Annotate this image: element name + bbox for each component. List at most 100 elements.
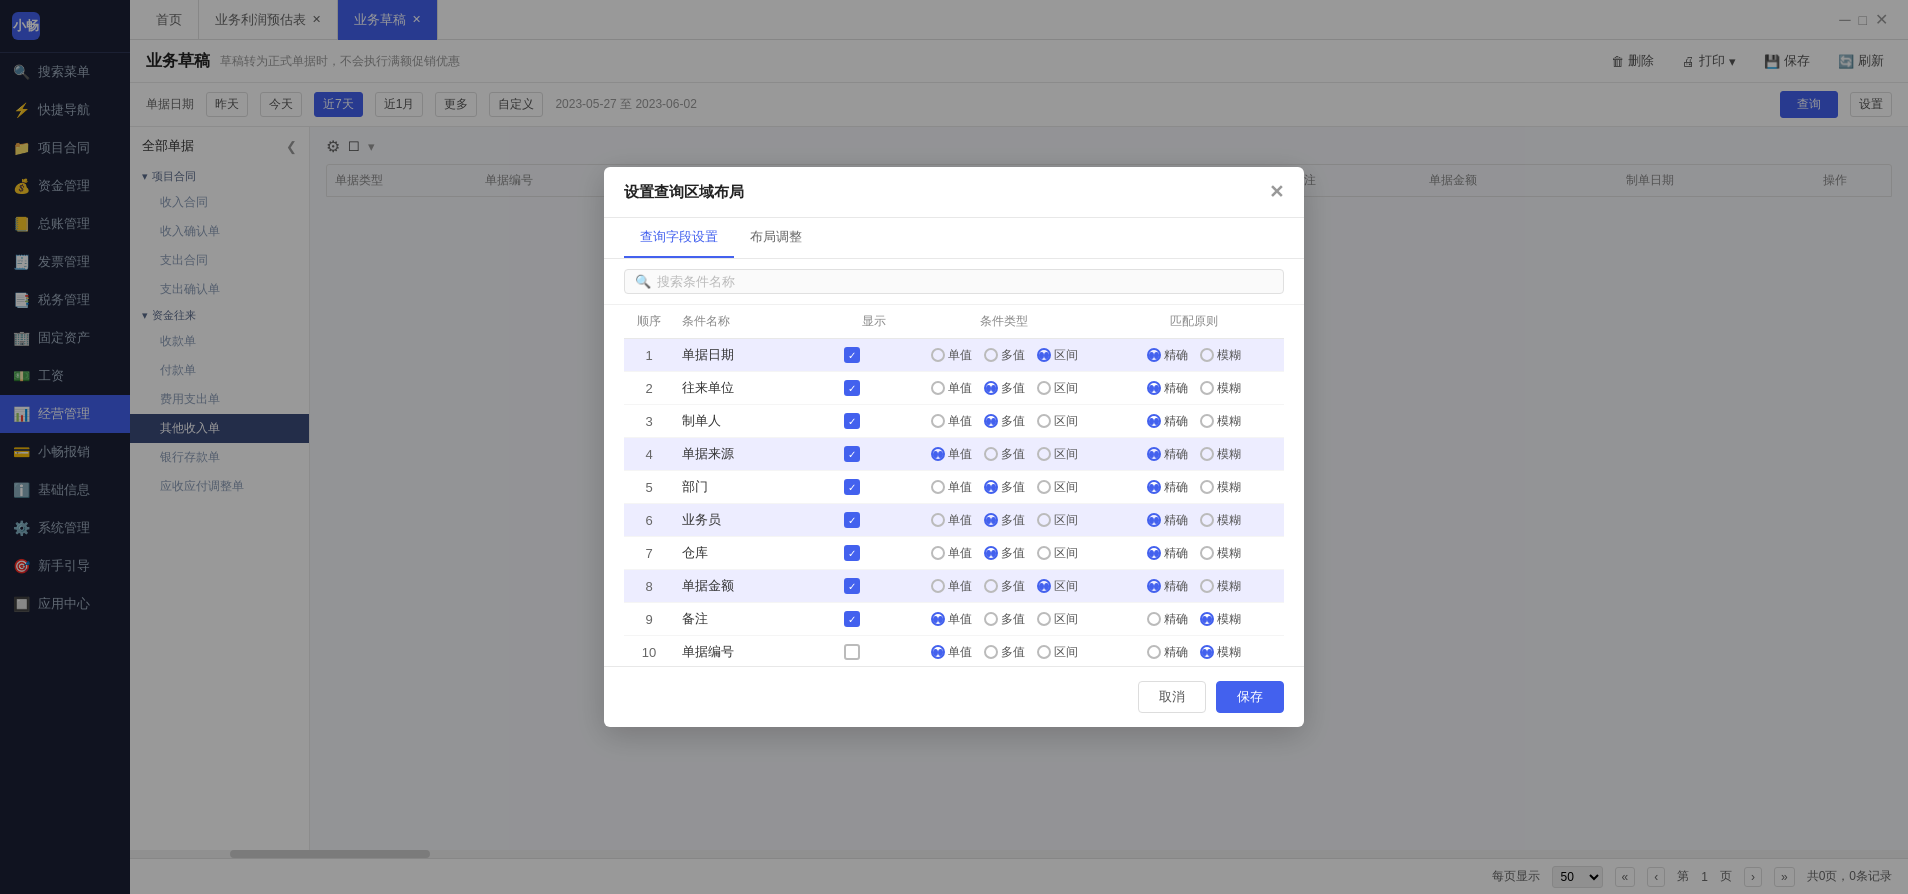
- match-precise-label: 精确: [1164, 512, 1188, 529]
- td-type: 单值 多值 区间: [904, 347, 1104, 364]
- show-checkbox[interactable]: [844, 644, 860, 660]
- td-type: 单值 多值 区间: [904, 479, 1104, 496]
- type-single-radio[interactable]: 单值: [931, 413, 972, 430]
- type-single-radio[interactable]: 单值: [931, 644, 972, 661]
- type-single-radio[interactable]: 单值: [931, 611, 972, 628]
- td-show[interactable]: ✓: [844, 545, 904, 561]
- type-range-radio[interactable]: 区间: [1037, 644, 1078, 661]
- type-single-radio[interactable]: 单值: [931, 446, 972, 463]
- show-checkbox[interactable]: ✓: [844, 611, 860, 627]
- match-precise-radio[interactable]: 精确: [1147, 512, 1188, 529]
- show-checkbox[interactable]: ✓: [844, 413, 860, 429]
- match-precise-radio[interactable]: 精确: [1147, 380, 1188, 397]
- match-precise-radio[interactable]: 精确: [1147, 446, 1188, 463]
- match-fuzzy-label: 模糊: [1217, 380, 1241, 397]
- type-range-label: 区间: [1054, 545, 1078, 562]
- match-precise-radio[interactable]: 精确: [1147, 479, 1188, 496]
- td-show[interactable]: ✓: [844, 446, 904, 462]
- type-multi-radio[interactable]: 多值: [984, 512, 1025, 529]
- td-show[interactable]: ✓: [844, 380, 904, 396]
- match-fuzzy-radio[interactable]: 模糊: [1200, 446, 1241, 463]
- radio-circle: [1147, 612, 1161, 626]
- type-range-radio[interactable]: 区间: [1037, 545, 1078, 562]
- match-precise-radio[interactable]: 精确: [1147, 578, 1188, 595]
- match-fuzzy-radio[interactable]: 模糊: [1200, 611, 1241, 628]
- type-single-radio[interactable]: 单值: [931, 347, 972, 364]
- type-single-radio[interactable]: 单值: [931, 545, 972, 562]
- type-multi-radio[interactable]: 多值: [984, 578, 1025, 595]
- match-precise-radio[interactable]: 精确: [1147, 347, 1188, 364]
- type-range-radio[interactable]: 区间: [1037, 347, 1078, 364]
- match-fuzzy-radio[interactable]: 模糊: [1200, 413, 1241, 430]
- type-single-radio[interactable]: 单值: [931, 380, 972, 397]
- match-precise-label: 精确: [1164, 611, 1188, 628]
- show-checkbox[interactable]: ✓: [844, 380, 860, 396]
- match-precise-radio[interactable]: 精确: [1147, 545, 1188, 562]
- radio-circle: [984, 348, 998, 362]
- show-checkbox[interactable]: ✓: [844, 446, 860, 462]
- modal-overlay[interactable]: 设置查询区域布局 ✕ 查询字段设置 布局调整 🔍 顺序 条件名称 显示 条件类型…: [0, 0, 1908, 894]
- radio-circle: [984, 381, 998, 395]
- type-multi-radio[interactable]: 多值: [984, 479, 1025, 496]
- match-fuzzy-radio[interactable]: 模糊: [1200, 644, 1241, 661]
- type-range-radio[interactable]: 区间: [1037, 479, 1078, 496]
- type-range-radio[interactable]: 区间: [1037, 380, 1078, 397]
- match-fuzzy-radio[interactable]: 模糊: [1200, 578, 1241, 595]
- match-precise-radio[interactable]: 精确: [1147, 413, 1188, 430]
- td-show[interactable]: ✓: [844, 512, 904, 528]
- type-range-radio[interactable]: 区间: [1037, 611, 1078, 628]
- match-fuzzy-radio[interactable]: 模糊: [1200, 347, 1241, 364]
- show-checkbox[interactable]: ✓: [844, 347, 860, 363]
- save-button[interactable]: 保存: [1216, 681, 1284, 713]
- modal-tab-query-fields[interactable]: 查询字段设置: [624, 218, 734, 258]
- match-fuzzy-label: 模糊: [1217, 578, 1241, 595]
- radio-circle: [1147, 480, 1161, 494]
- td-match: 精确 模糊: [1104, 644, 1284, 661]
- td-name: 制单人: [674, 412, 844, 430]
- match-precise-radio[interactable]: 精确: [1147, 644, 1188, 661]
- match-precise-radio[interactable]: 精确: [1147, 611, 1188, 628]
- type-multi-label: 多值: [1001, 446, 1025, 463]
- match-fuzzy-label: 模糊: [1217, 479, 1241, 496]
- match-fuzzy-radio[interactable]: 模糊: [1200, 380, 1241, 397]
- cancel-button[interactable]: 取消: [1138, 681, 1206, 713]
- match-fuzzy-radio[interactable]: 模糊: [1200, 545, 1241, 562]
- td-show[interactable]: ✓: [844, 578, 904, 594]
- type-range-radio[interactable]: 区间: [1037, 578, 1078, 595]
- show-checkbox[interactable]: ✓: [844, 545, 860, 561]
- match-fuzzy-radio[interactable]: 模糊: [1200, 479, 1241, 496]
- type-single-radio[interactable]: 单值: [931, 479, 972, 496]
- show-checkbox[interactable]: ✓: [844, 512, 860, 528]
- match-fuzzy-radio[interactable]: 模糊: [1200, 512, 1241, 529]
- type-multi-label: 多值: [1001, 512, 1025, 529]
- type-multi-radio[interactable]: 多值: [984, 446, 1025, 463]
- show-checkbox[interactable]: ✓: [844, 479, 860, 495]
- type-multi-radio[interactable]: 多值: [984, 413, 1025, 430]
- td-show[interactable]: ✓: [844, 347, 904, 363]
- type-multi-label: 多值: [1001, 479, 1025, 496]
- modal-tab-layout[interactable]: 布局调整: [734, 218, 818, 258]
- td-show[interactable]: ✓: [844, 479, 904, 495]
- type-multi-radio[interactable]: 多值: [984, 380, 1025, 397]
- td-order: 5: [624, 480, 674, 495]
- modal-close-btn[interactable]: ✕: [1269, 181, 1284, 203]
- type-single-radio[interactable]: 单值: [931, 512, 972, 529]
- modal-table-row: 4 单据来源 ✓ 单值 多值 区间 精确: [624, 438, 1284, 471]
- td-show[interactable]: ✓: [844, 413, 904, 429]
- type-multi-label: 多值: [1001, 347, 1025, 364]
- modal-search-input[interactable]: [657, 274, 857, 289]
- td-show[interactable]: ✓: [844, 611, 904, 627]
- type-single-radio[interactable]: 单值: [931, 578, 972, 595]
- type-range-radio[interactable]: 区间: [1037, 446, 1078, 463]
- type-single-label: 单值: [948, 479, 972, 496]
- show-checkbox[interactable]: ✓: [844, 578, 860, 594]
- type-multi-radio[interactable]: 多值: [984, 545, 1025, 562]
- type-multi-radio[interactable]: 多值: [984, 347, 1025, 364]
- td-show[interactable]: [844, 644, 904, 660]
- th-show: 显示: [844, 313, 904, 330]
- radio-circle: [1200, 579, 1214, 593]
- type-multi-radio[interactable]: 多值: [984, 644, 1025, 661]
- type-range-radio[interactable]: 区间: [1037, 512, 1078, 529]
- type-multi-radio[interactable]: 多值: [984, 611, 1025, 628]
- type-range-radio[interactable]: 区间: [1037, 413, 1078, 430]
